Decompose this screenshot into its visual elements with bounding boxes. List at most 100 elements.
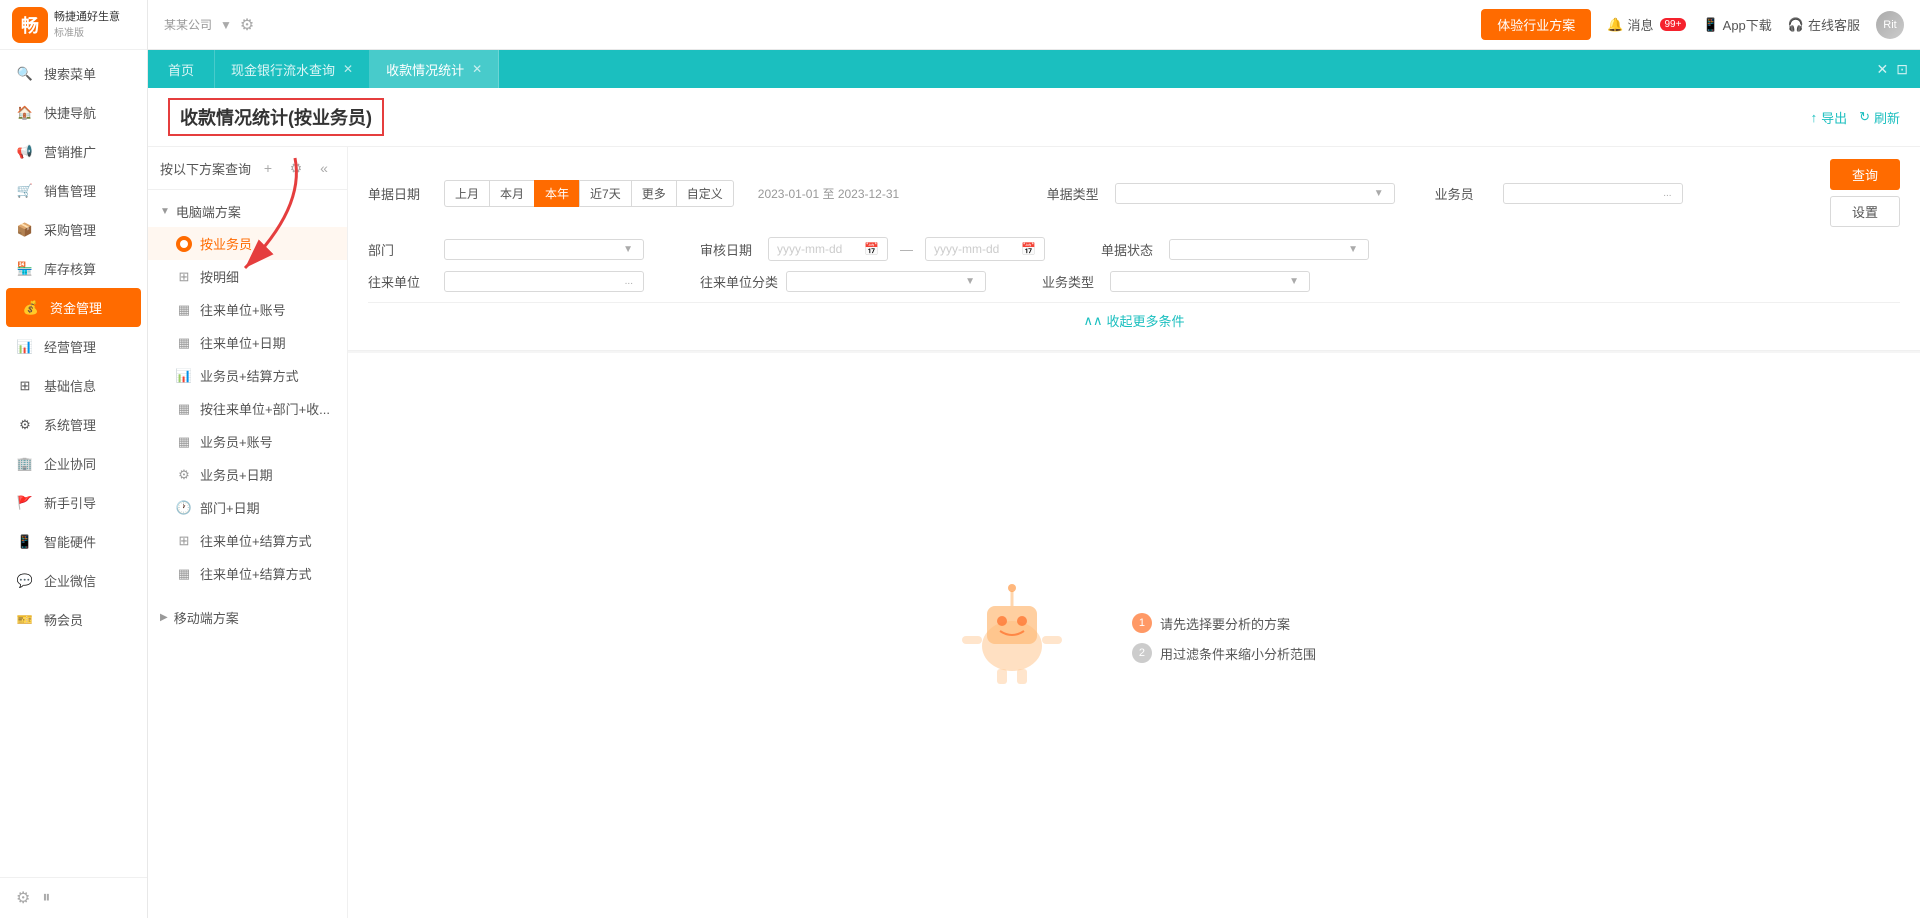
sidebar-item-member[interactable]: 🎫 畅会员 [0, 600, 147, 639]
scheme-salesperson-date[interactable]: ⚙ 业务员+日期 [148, 458, 347, 491]
collapse-panel-button[interactable]: « [313, 157, 335, 179]
scheme-partner-settle1[interactable]: ⊞ 往来单位+结算方式 [148, 524, 347, 557]
settings-footer-icon[interactable]: ⚙ [16, 888, 30, 908]
step-number-2: 2 [1132, 643, 1152, 663]
tab-bank[interactable]: 现金银行流水查询 ✕ [215, 50, 370, 88]
sidebar-item-marketing[interactable]: 📢 营销推广 [0, 132, 147, 171]
calendar-icon: 📅 [864, 242, 879, 256]
date-tab-more[interactable]: 更多 [631, 180, 676, 207]
sidebar-item-inventory[interactable]: 🏪 库存核算 [0, 249, 147, 288]
biz-type-label: 业务类型 [1042, 272, 1102, 291]
review-date-end-placeholder: yyyy-mm-dd [934, 242, 999, 256]
empty-step-2: 2 用过滤条件来缩小分析范围 [1132, 643, 1316, 663]
notification-badge: 99+ [1660, 18, 1687, 31]
sidebar-item-label: 畅会员 [44, 610, 83, 629]
collapse-filter-button[interactable]: ∧∧ 收起更多条件 [368, 302, 1900, 338]
scheme-salesperson-account[interactable]: ▦ 业务员+账号 [148, 425, 347, 458]
partner-label: 往来单位 [368, 272, 428, 291]
add-scheme-button[interactable]: + [257, 157, 279, 179]
date-tab-thisyear[interactable]: 本年 [534, 180, 579, 207]
date-tab-thismonth[interactable]: 本月 [489, 180, 534, 207]
breadcrumb-dropdown-icon[interactable]: ▼ [220, 18, 232, 32]
record-type-select[interactable]: ▼ [1115, 183, 1395, 204]
export-button[interactable]: ↑ 导出 [1811, 108, 1848, 127]
mobile-section-title[interactable]: ▶ 移动端方案 [148, 602, 347, 633]
scheme-by-detail[interactable]: ⊞ 按明细 [148, 260, 347, 293]
select-arrow-icon: ▼ [1348, 244, 1358, 255]
tab-bank-close[interactable]: ✕ [343, 62, 353, 76]
sidebar-item-label: 采购管理 [44, 220, 96, 239]
date-tab-custom[interactable]: 自定义 [676, 180, 734, 207]
sidebar-item-search[interactable]: 🔍 搜索菜单 [0, 54, 147, 93]
partner-select[interactable]: ... [444, 271, 644, 292]
section-expand-icon: ▼ [160, 206, 170, 217]
scheme-icon: ⚙ [176, 467, 192, 483]
sidebar-item-sales[interactable]: 🛒 销售管理 [0, 171, 147, 210]
flag-icon: 🚩 [16, 494, 34, 512]
header-settings-icon[interactable]: ⚙ [240, 15, 254, 35]
partner-category-select[interactable]: ▼ [786, 271, 986, 292]
search-icon: 🔍 [16, 65, 34, 83]
sidebar-item-finance[interactable]: 💰 资金管理 [6, 288, 141, 327]
online-service-btn[interactable]: 🎧 在线客服 [1788, 15, 1860, 34]
sidebar-item-newbie[interactable]: 🚩 新手引导 [0, 483, 147, 522]
sidebar-item-operation[interactable]: 📊 经营管理 [0, 327, 147, 366]
partner-more-icon: ... [625, 276, 633, 287]
scheme-settings-button[interactable]: ⚙ [285, 157, 307, 179]
header-breadcrumb: 某某公司 [164, 16, 212, 33]
sidebar-item-hardware[interactable]: 📱 智能硬件 [0, 522, 147, 561]
tab-bank-label: 现金银行流水查询 [231, 60, 335, 79]
select-arrow-icon: ▼ [1289, 276, 1299, 287]
tab-income-close[interactable]: ✕ [472, 62, 482, 76]
sidebar-item-quick-nav[interactable]: 🏠 快捷导航 [0, 93, 147, 132]
query-button[interactable]: 查询 [1830, 159, 1900, 190]
desktop-section-title[interactable]: ▼ 电脑端方案 [148, 196, 347, 227]
calendar-icon: 📅 [1021, 242, 1036, 256]
tab-income[interactable]: 收款情况统计 ✕ [370, 50, 499, 88]
settings-button[interactable]: 设置 [1830, 196, 1900, 227]
salesperson-select[interactable]: ... [1503, 183, 1683, 204]
refresh-button[interactable]: ↻ 刷新 [1859, 108, 1900, 127]
sidebar-item-label: 企业协同 [44, 454, 96, 473]
maximize-window-btn[interactable]: ⊡ [1896, 61, 1908, 78]
try-industry-button[interactable]: 体验行业方案 [1481, 9, 1591, 40]
scheme-partner-account[interactable]: ▦ 往来单位+账号 [148, 293, 347, 326]
sidebar-item-wechat[interactable]: 💬 企业微信 [0, 561, 147, 600]
collapse-up-icon: ∧∧ [1083, 313, 1102, 329]
date-tab-7days[interactable]: 近7天 [579, 180, 631, 207]
scheme-label: 业务员+结算方式 [200, 366, 299, 385]
collapse-sidebar-icon[interactable]: ⏸ [42, 889, 50, 907]
scheme-dept-date[interactable]: 🕐 部门+日期 [148, 491, 347, 524]
review-date-end-input[interactable]: yyyy-mm-dd 📅 [925, 237, 1045, 261]
scheme-partner-date[interactable]: ▦ 往来单位+日期 [148, 326, 347, 359]
dept-select[interactable]: ▼ [444, 239, 644, 260]
scheme-partner-settle2[interactable]: ▦ 往来单位+结算方式 [148, 557, 347, 590]
scheme-icon: ⊞ [176, 533, 192, 549]
sidebar-item-system[interactable]: ⚙ 系统管理 [0, 405, 147, 444]
notification-btn[interactable]: 🔔 消息 99+ [1607, 15, 1686, 34]
scheme-by-salesperson[interactable]: 按业务员 [148, 227, 347, 260]
scheme-salesperson-settle[interactable]: 📊 业务员+结算方式 [148, 359, 347, 392]
sidebar-item-basic[interactable]: ⊞ 基础信息 [0, 366, 147, 405]
sidebar-item-purchase[interactable]: 📦 采购管理 [0, 210, 147, 249]
user-area: Rit [1876, 11, 1904, 39]
sidebar: 畅 畅捷通好生意 标准版 🔍 搜索菜单 🏠 快捷导航 📢 营销推广 🛒 销售管理… [0, 0, 148, 918]
record-status-select[interactable]: ▼ [1169, 239, 1369, 260]
sidebar-item-enterprise[interactable]: 🏢 企业协同 [0, 444, 147, 483]
date-tab-lastmonth[interactable]: 上月 [444, 180, 489, 207]
close-window-btn[interactable]: ✕ [1877, 61, 1889, 78]
tab-home[interactable]: 首页 [148, 50, 215, 88]
page-header: 收款情况统计(按业务员) ↑ 导出 ↻ 刷新 [148, 88, 1920, 147]
scheme-partner-dept-income[interactable]: ▦ 按往来单位+部门+收... [148, 392, 347, 425]
sidebar-item-label: 快捷导航 [44, 103, 96, 122]
biz-type-select[interactable]: ▼ [1110, 271, 1310, 292]
download-icon: 📱 [1702, 17, 1718, 33]
review-date-start-input[interactable]: yyyy-mm-dd 📅 [768, 237, 888, 261]
sidebar-item-label: 营销推广 [44, 142, 96, 161]
app-download-btn[interactable]: 📱 App下载 [1702, 15, 1771, 34]
user-avatar[interactable]: Rit [1876, 11, 1904, 39]
scheme-icon: 🕐 [176, 500, 192, 516]
scheme-label: 按往来单位+部门+收... [200, 399, 330, 418]
scheme-icon: ▦ [176, 434, 192, 450]
mobile-schemes-section: ▶ 移动端方案 [148, 596, 347, 639]
